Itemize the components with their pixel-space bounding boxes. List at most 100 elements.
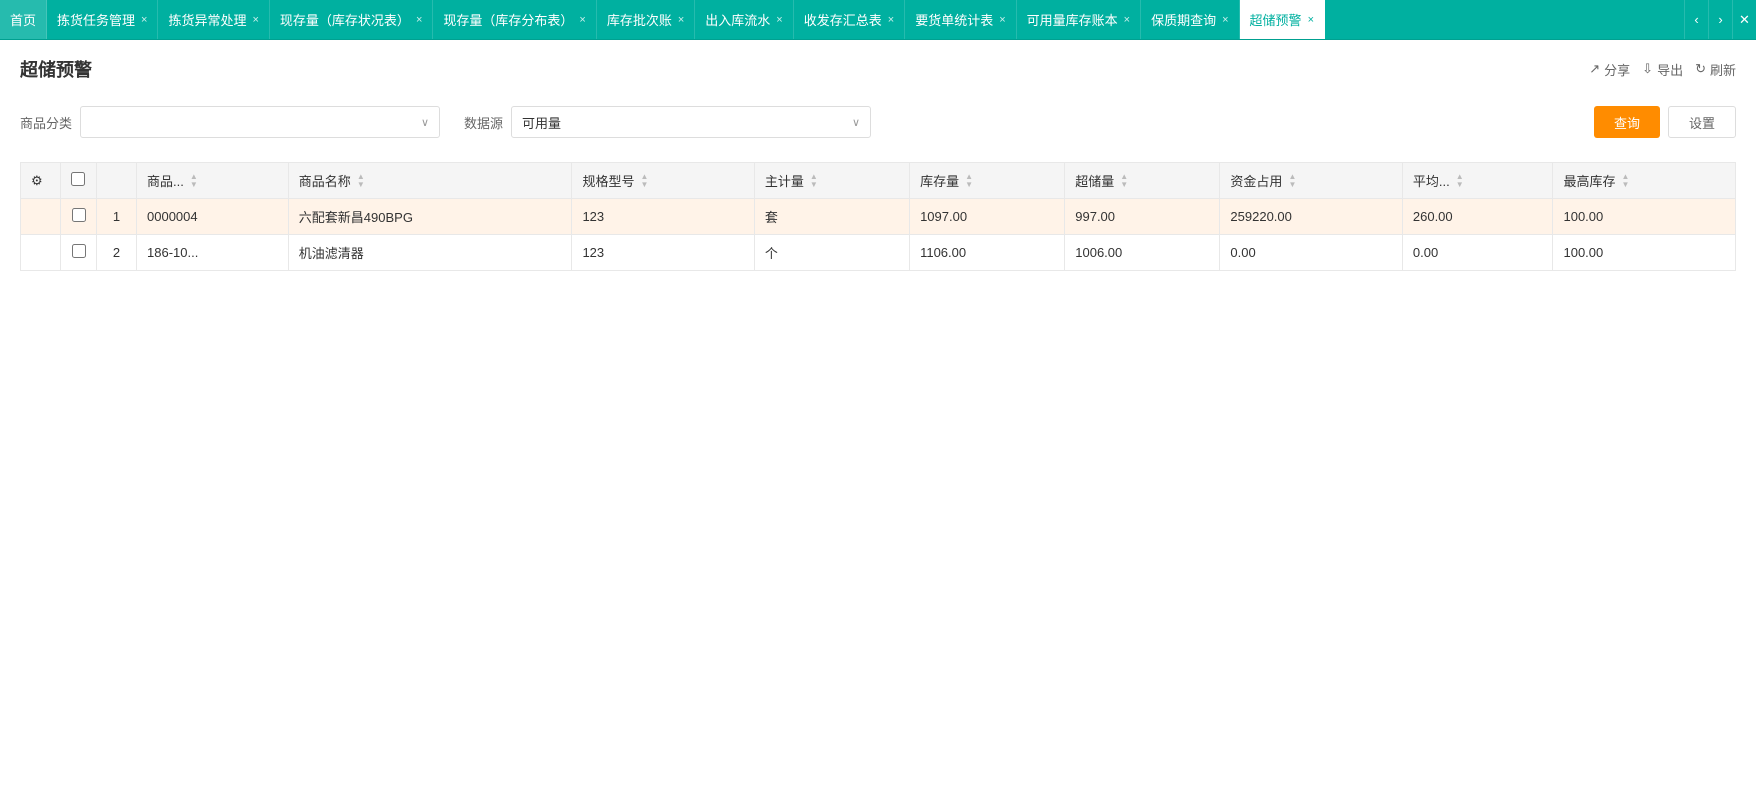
row-capital-1: 0.00 (1220, 235, 1402, 271)
nav-bar: 首页 拣货任务管理×拣货异常处理×现存量（库存状况表）×现存量（库存分布表）×库… (0, 0, 1756, 40)
th-gear[interactable]: ⚙ (21, 163, 61, 199)
row-gear-0 (21, 199, 61, 235)
row-avg-1: 0.00 (1402, 235, 1553, 271)
th-product-code[interactable]: 商品... ▲▼ (137, 163, 289, 199)
row-overstock-0: 997.00 (1065, 199, 1220, 235)
th-num (97, 163, 137, 199)
th-stock[interactable]: 库存量 ▲▼ (910, 163, 1065, 199)
row-num-1: 2 (97, 235, 137, 271)
table-header-row: ⚙ 商品... ▲▼ 商品名称 ▲▼ (21, 163, 1736, 199)
nav-tab-8[interactable]: 可用量库存账本× (1017, 0, 1141, 39)
row-product-code-0: 0000004 (137, 199, 289, 235)
row-checkbox-0[interactable] (72, 208, 86, 222)
nav-arrow-right[interactable]: › (1708, 0, 1732, 40)
table-row: 1 0000004 六配套新昌490BPG 123 套 1097.00 997.… (21, 199, 1736, 235)
tab-close-icon[interactable]: × (579, 14, 585, 26)
nav-tab-6[interactable]: 收发存汇总表× (794, 0, 905, 39)
row-checkbox-cell-0[interactable] (61, 199, 97, 235)
datasource-select[interactable]: 可用量 ∨ (511, 106, 871, 138)
header-actions: ↗ 分享 ⇩ 导出 ↻ 刷新 (1589, 60, 1736, 79)
row-checkbox-cell-1[interactable] (61, 235, 97, 271)
th-spec[interactable]: 规格型号 ▲▼ (572, 163, 754, 199)
th-checkbox[interactable] (61, 163, 97, 199)
datasource-arrow-icon: ∨ (852, 116, 860, 129)
row-unit-0: 套 (754, 199, 909, 235)
row-spec-1: 123 (572, 235, 754, 271)
nav-tab-4[interactable]: 库存批次账× (597, 0, 695, 39)
category-label: 商品分类 (20, 113, 72, 132)
row-overstock-1: 1006.00 (1065, 235, 1220, 271)
share-action[interactable]: ↗ 分享 (1589, 60, 1630, 79)
row-product-name-0: 六配套新昌490BPG (288, 199, 572, 235)
sort-icon-max-stock: ▲▼ (1622, 173, 1630, 189)
row-product-name-1: 机油滤清器 (288, 235, 572, 271)
export-icon: ⇩ (1642, 61, 1653, 77)
setting-button[interactable]: 设置 (1668, 106, 1736, 138)
row-num-0: 1 (97, 199, 137, 235)
category-select[interactable]: ∨ (80, 106, 440, 138)
main-content: 超储预警 ↗ 分享 ⇩ 导出 ↻ 刷新 商品分类 ∨ 数据源 (0, 40, 1756, 800)
nav-tab-2[interactable]: 现存量（库存状况表）× (270, 0, 433, 39)
row-stock-0: 1097.00 (910, 199, 1065, 235)
sort-icon-product-name: ▲▼ (357, 173, 365, 189)
tab-close-icon[interactable]: × (252, 14, 258, 26)
nav-arrow-left[interactable]: ‹ (1684, 0, 1708, 40)
table-row: 2 186-10... 机油滤清器 123 个 1106.00 1006.00 … (21, 235, 1736, 271)
row-stock-1: 1106.00 (910, 235, 1065, 271)
nav-arrow-close[interactable]: ✕ (1732, 0, 1756, 40)
gear-icon: ⚙ (31, 173, 43, 188)
tab-close-icon[interactable]: × (678, 14, 684, 26)
th-avg[interactable]: 平均... ▲▼ (1402, 163, 1553, 199)
row-checkbox-1[interactable] (72, 244, 86, 258)
query-button[interactable]: 查询 (1594, 106, 1660, 138)
row-capital-0: 259220.00 (1220, 199, 1402, 235)
sort-icon-spec: ▲▼ (640, 173, 648, 189)
row-spec-0: 123 (572, 199, 754, 235)
tab-close-icon[interactable]: × (1124, 14, 1130, 26)
refresh-icon: ↻ (1695, 61, 1706, 77)
nav-tab-0[interactable]: 拣货任务管理× (47, 0, 158, 39)
th-max-stock[interactable]: 最高库存 ▲▼ (1553, 163, 1736, 199)
tab-close-icon[interactable]: × (141, 14, 147, 26)
refresh-action[interactable]: ↻ 刷新 (1695, 60, 1736, 79)
tab-close-icon[interactable]: × (888, 14, 894, 26)
select-all-checkbox[interactable] (71, 172, 85, 186)
datasource-label: 数据源 (464, 113, 503, 132)
datasource-value: 可用量 (522, 113, 561, 132)
nav-tab-9[interactable]: 保质期查询× (1141, 0, 1239, 39)
th-product-name[interactable]: 商品名称 ▲▼ (288, 163, 572, 199)
row-unit-1: 个 (754, 235, 909, 271)
nav-tab-1[interactable]: 拣货异常处理× (158, 0, 269, 39)
th-overstock[interactable]: 超储量 ▲▼ (1065, 163, 1220, 199)
sort-icon-capital: ▲▼ (1288, 173, 1296, 189)
sort-icon-product-code: ▲▼ (190, 173, 198, 189)
filter-actions: 查询 设置 (1594, 106, 1736, 138)
page-header: 超储预警 ↗ 分享 ⇩ 导出 ↻ 刷新 (20, 56, 1736, 82)
tab-close-icon[interactable]: × (999, 14, 1005, 26)
filter-group-datasource: 数据源 可用量 ∨ (464, 106, 871, 138)
page-title: 超储预警 (20, 56, 92, 82)
nav-arrows: ‹ › ✕ (1684, 0, 1756, 40)
nav-tab-10[interactable]: 超储预警× (1240, 0, 1325, 39)
nav-tab-3[interactable]: 现存量（库存分布表）× (433, 0, 596, 39)
sort-icon-overstock: ▲▼ (1120, 173, 1128, 189)
data-table: ⚙ 商品... ▲▼ 商品名称 ▲▼ (20, 162, 1736, 271)
th-capital[interactable]: 资金占用 ▲▼ (1220, 163, 1402, 199)
nav-home[interactable]: 首页 (0, 0, 47, 39)
row-max-stock-0: 100.00 (1553, 199, 1736, 235)
share-icon: ↗ (1589, 61, 1600, 77)
th-unit[interactable]: 主计量 ▲▼ (754, 163, 909, 199)
row-product-code-1: 186-10... (137, 235, 289, 271)
tab-close-icon[interactable]: × (1308, 14, 1314, 26)
tab-close-icon[interactable]: × (776, 14, 782, 26)
tab-close-icon[interactable]: × (1222, 14, 1228, 26)
sort-icon-unit: ▲▼ (810, 173, 818, 189)
sort-icon-stock: ▲▼ (965, 173, 973, 189)
nav-tab-5[interactable]: 出入库流水× (695, 0, 793, 39)
nav-tab-7[interactable]: 要货单统计表× (905, 0, 1016, 39)
export-action[interactable]: ⇩ 导出 (1642, 60, 1683, 79)
tab-close-icon[interactable]: × (416, 14, 422, 26)
sort-icon-avg: ▲▼ (1456, 173, 1464, 189)
row-max-stock-1: 100.00 (1553, 235, 1736, 271)
row-gear-1 (21, 235, 61, 271)
